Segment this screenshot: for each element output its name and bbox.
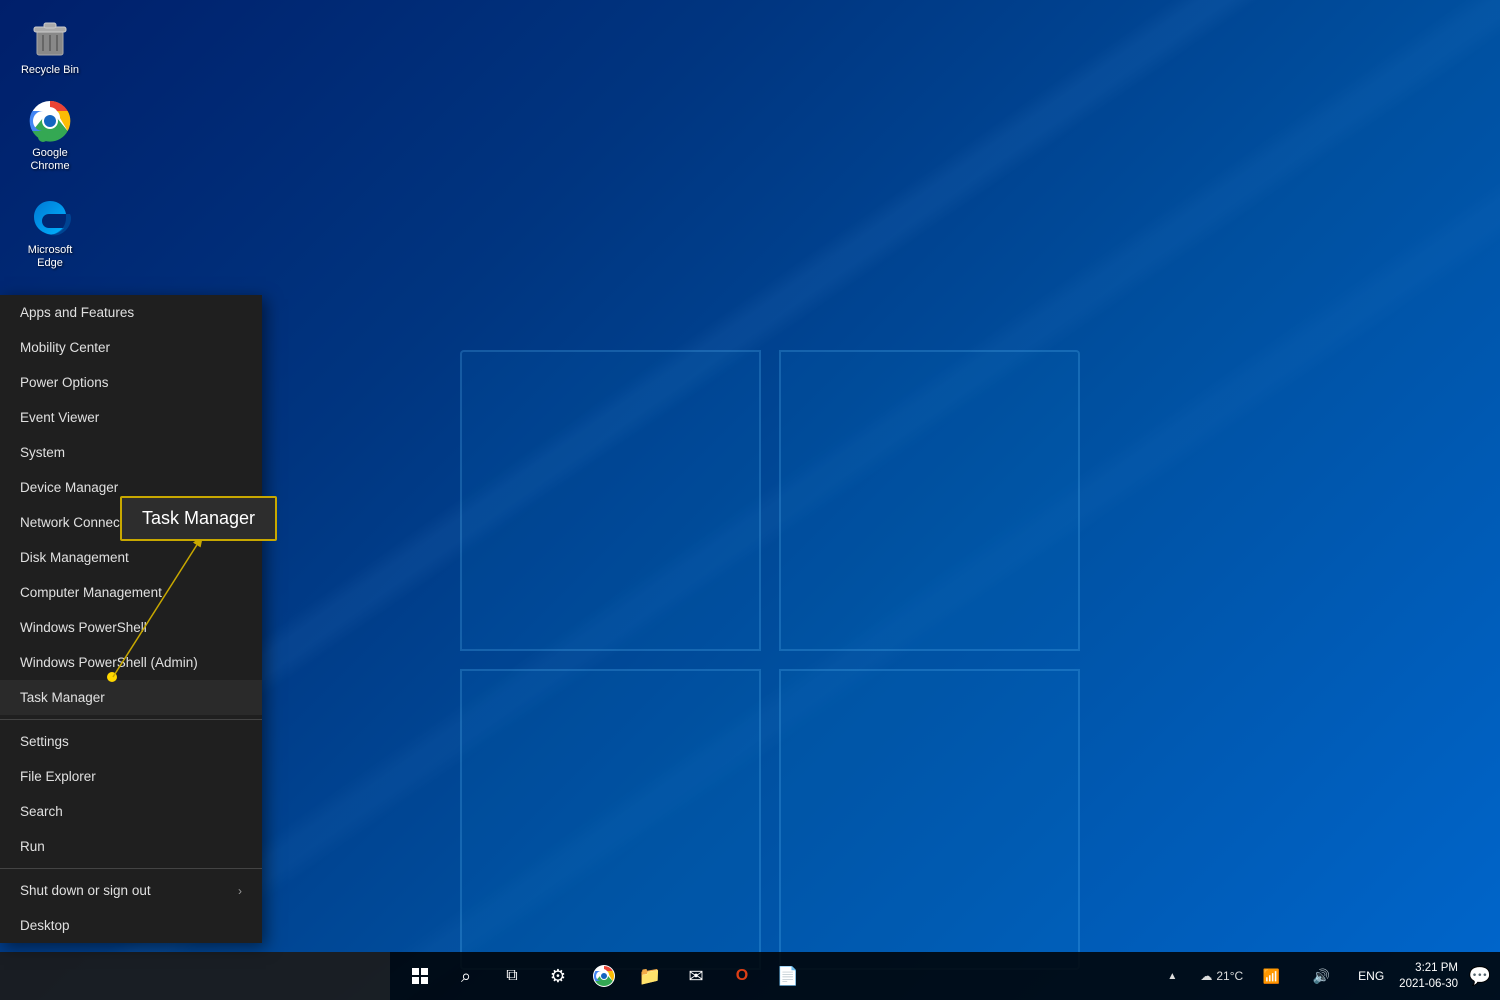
- menu-item-system[interactable]: System: [0, 435, 262, 470]
- context-menu: Apps and Features Mobility Center Power …: [0, 295, 262, 943]
- taskbar-task-view-button[interactable]: ⧉: [490, 954, 534, 998]
- task-manager-indicator-dot: [107, 672, 117, 682]
- menu-item-search[interactable]: Search: [0, 794, 262, 829]
- taskbar-clock[interactable]: 3:21 PM 2021-06-30: [1399, 960, 1462, 992]
- clock-time: 3:21 PM: [1415, 960, 1458, 976]
- google-chrome-icon[interactable]: Google Chrome: [10, 93, 90, 179]
- search-icon: ⌕: [461, 966, 471, 987]
- start-windows-logo-icon: [412, 968, 428, 984]
- show-hidden-icons-button[interactable]: ▲: [1150, 954, 1194, 998]
- menu-item-task-manager[interactable]: Task Manager: [0, 680, 262, 715]
- menu-item-shut-down[interactable]: Shut down or sign out ›: [0, 873, 262, 908]
- notification-icon: 💬: [1469, 966, 1491, 987]
- menu-item-computer-management[interactable]: Computer Management: [0, 575, 262, 610]
- language-label: ENG: [1358, 969, 1384, 983]
- desktop-icon-area: Recycle Bin Google Chrome: [10, 10, 90, 276]
- weather-temp: 21°C: [1216, 969, 1243, 983]
- taskbar-search-button[interactable]: ⌕: [444, 954, 488, 998]
- taskbar: ⌕ ⧉ ⚙: [0, 952, 1500, 1000]
- desktop-windows-logo: [460, 350, 1080, 970]
- speaker-icon: 🔊: [1312, 968, 1329, 985]
- recycle-bin-image: [28, 16, 72, 60]
- mail-icon: ✉: [688, 966, 703, 987]
- language-indicator[interactable]: ENG: [1349, 954, 1393, 998]
- microsoft-edge-icon[interactable]: Microsoft Edge: [10, 190, 90, 276]
- taskbar-notepad-button[interactable]: 📄: [766, 954, 810, 998]
- cloud-icon: ☁: [1200, 969, 1212, 983]
- taskbar-office-button[interactable]: O: [720, 954, 764, 998]
- menu-item-powershell-admin[interactable]: Windows PowerShell (Admin): [0, 645, 262, 680]
- chrome-label: Google Chrome: [16, 147, 84, 173]
- menu-item-desktop[interactable]: Desktop: [0, 908, 262, 943]
- menu-item-power-options[interactable]: Power Options: [0, 365, 262, 400]
- edge-label: Microsoft Edge: [16, 244, 84, 270]
- volume-icon[interactable]: 🔊: [1299, 954, 1343, 998]
- weather-widget[interactable]: ☁ 21°C: [1200, 969, 1243, 983]
- menu-item-file-explorer[interactable]: File Explorer: [0, 759, 262, 794]
- menu-item-event-viewer[interactable]: Event Viewer: [0, 400, 262, 435]
- taskbar-start-button[interactable]: [398, 954, 442, 998]
- wifi-icon: 📶: [1262, 968, 1279, 985]
- task-view-icon: ⧉: [506, 967, 517, 985]
- chevron-up-icon: ▲: [1167, 971, 1177, 982]
- chrome-taskbar-icon: [592, 964, 616, 988]
- settings-gear-icon: ⚙: [550, 966, 566, 987]
- menu-divider-2: [0, 868, 262, 869]
- notification-center-button[interactable]: 💬: [1468, 954, 1492, 998]
- recycle-bin-icon[interactable]: Recycle Bin: [10, 10, 90, 83]
- menu-divider-1: [0, 719, 262, 720]
- recycle-bin-label: Recycle Bin: [21, 64, 79, 77]
- taskbar-chrome-button[interactable]: [582, 954, 626, 998]
- menu-item-apps-features[interactable]: Apps and Features: [0, 295, 262, 330]
- office-icon: O: [736, 967, 748, 985]
- menu-item-device-manager[interactable]: Device Manager: [0, 470, 262, 505]
- menu-item-windows-powershell[interactable]: Windows PowerShell: [0, 610, 262, 645]
- taskbar-explorer-button[interactable]: 📁: [628, 954, 672, 998]
- shut-down-arrow-icon: ›: [238, 884, 242, 898]
- chrome-image: [28, 99, 72, 143]
- notepad-icon: 📄: [777, 966, 799, 987]
- taskbar-mail-button[interactable]: ✉: [674, 954, 718, 998]
- folder-icon: 📁: [639, 966, 661, 987]
- network-icon[interactable]: 📶: [1249, 954, 1293, 998]
- menu-item-run[interactable]: Run: [0, 829, 262, 864]
- menu-item-network-connections[interactable]: Network Connections: [0, 505, 262, 540]
- taskbar-start-area: [0, 952, 390, 1000]
- edge-image: [28, 196, 72, 240]
- menu-item-settings[interactable]: Settings: [0, 724, 262, 759]
- desktop: Recycle Bin Google Chrome: [0, 0, 1500, 1000]
- menu-item-mobility-center[interactable]: Mobility Center: [0, 330, 262, 365]
- menu-item-disk-management[interactable]: Disk Management: [0, 540, 262, 575]
- taskbar-app-icons: ⌕ ⧉ ⚙: [390, 954, 1150, 998]
- clock-date: 2021-06-30: [1399, 976, 1458, 992]
- taskbar-settings-button[interactable]: ⚙: [536, 954, 580, 998]
- taskbar-system-tray: ▲ ☁ 21°C 📶 🔊 ENG 3:21 PM 2021-06-30: [1150, 954, 1500, 998]
